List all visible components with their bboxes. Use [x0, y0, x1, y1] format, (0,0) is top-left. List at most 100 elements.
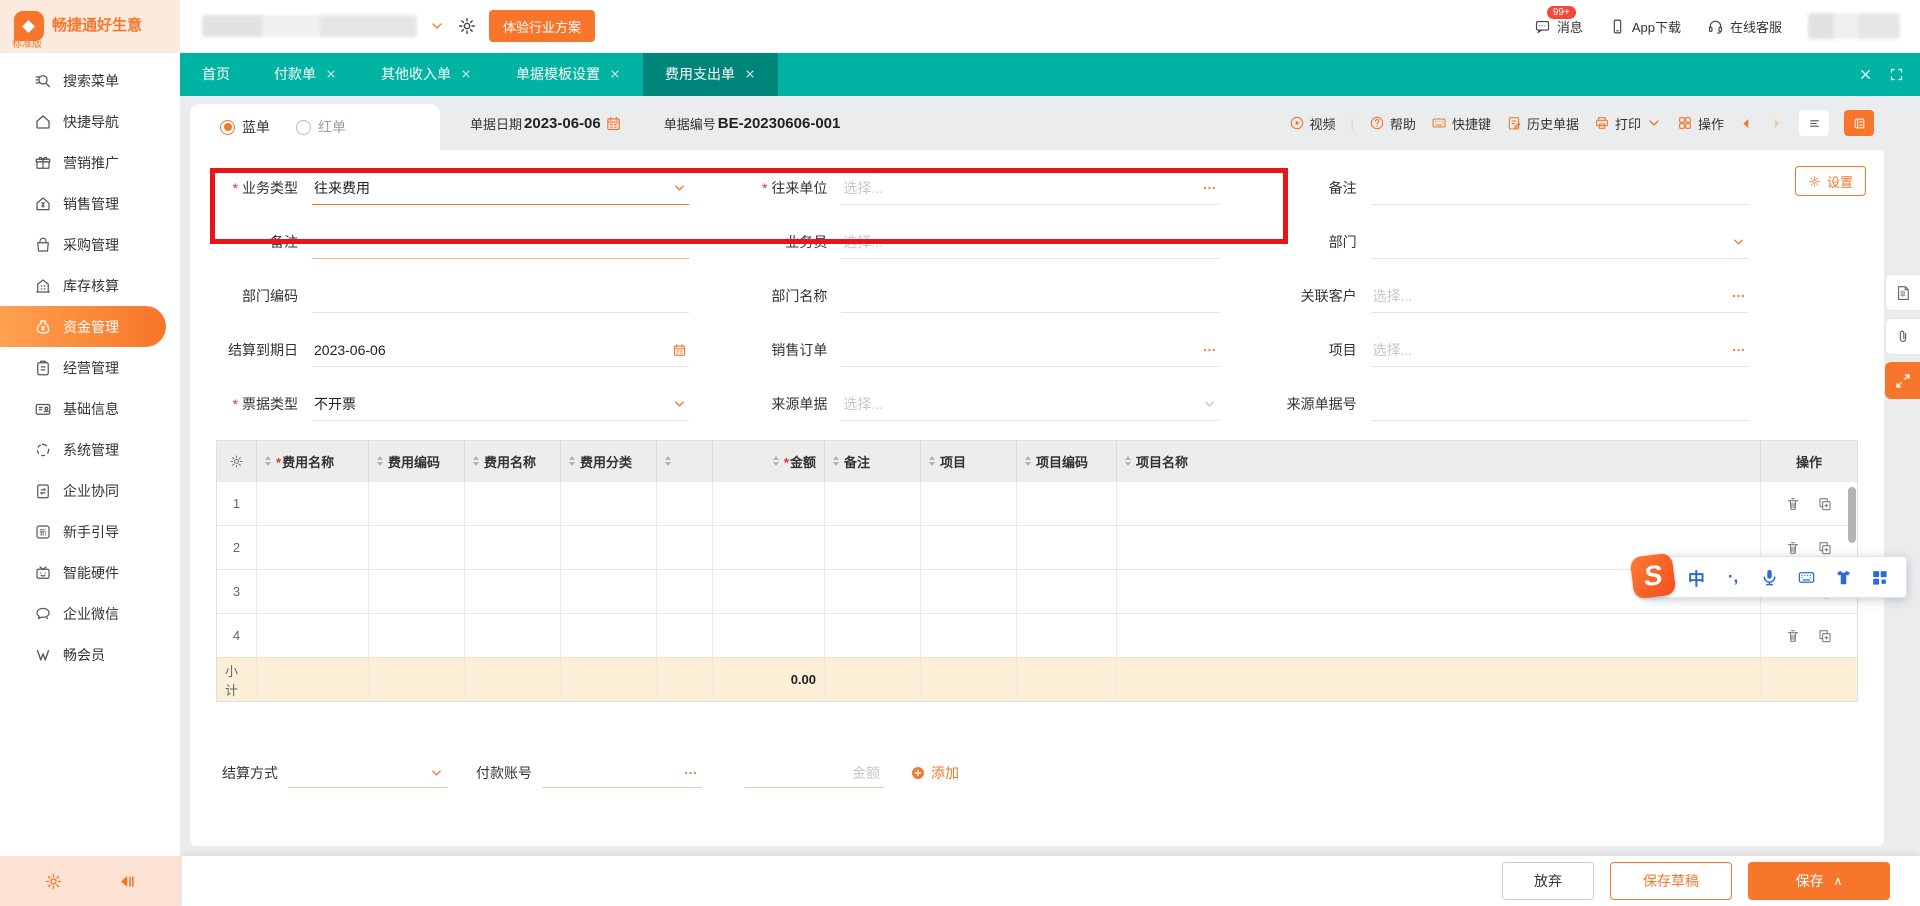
cell-project-code[interactable] — [1017, 525, 1117, 569]
cell-expense-category[interactable] — [561, 613, 657, 657]
ellipsis-icon[interactable] — [1202, 180, 1217, 195]
invoice-type-select[interactable]: 不开票 — [312, 387, 690, 421]
cell-expense-code[interactable] — [369, 569, 465, 613]
ellipsis-icon[interactable] — [1731, 342, 1746, 357]
sidebar-item-sales[interactable]: 销售管理 — [0, 183, 180, 224]
chevron-down-icon[interactable] — [1731, 234, 1746, 249]
cell-expense-name2[interactable] — [465, 613, 561, 657]
business-type-select[interactable]: 往来费用 — [312, 171, 690, 205]
sidebar-item-quick-nav[interactable]: 快捷导航 — [0, 101, 180, 142]
app-download-button[interactable]: App下载 — [1609, 17, 1681, 36]
related-customer-picker[interactable]: 选择... — [1370, 279, 1748, 313]
sidebar-item-collaboration[interactable]: 企业协同 — [0, 470, 180, 511]
online-support-button[interactable]: 在线客服 — [1707, 17, 1782, 36]
cell-amount[interactable] — [713, 481, 825, 525]
sogou-logo-icon[interactable]: S — [1629, 552, 1677, 599]
cell-amount[interactable] — [713, 569, 825, 613]
close-icon[interactable] — [609, 68, 621, 80]
department-name-input[interactable] — [841, 279, 1219, 313]
project-picker[interactable]: 选择... — [1370, 333, 1748, 367]
col-remark[interactable]: 备注 — [825, 441, 921, 481]
sort-icon[interactable] — [569, 456, 575, 467]
table-scrollbar[interactable] — [1848, 487, 1856, 543]
sort-icon[interactable] — [1025, 456, 1031, 467]
sort-icon[interactable] — [473, 456, 479, 467]
sales-order-picker[interactable] — [841, 333, 1219, 367]
prev-doc-arrow-icon[interactable] — [1739, 116, 1754, 131]
close-icon[interactable] — [744, 68, 756, 80]
next-doc-arrow-icon[interactable] — [1769, 116, 1784, 131]
col-project[interactable]: 项目 — [921, 441, 1017, 481]
sort-icon[interactable] — [1125, 456, 1131, 467]
delete-row-icon[interactable] — [1785, 496, 1801, 512]
settings-gear-icon[interactable] — [44, 872, 63, 891]
chevron-down-icon[interactable] — [672, 396, 687, 411]
chevron-down-icon[interactable] — [429, 18, 445, 34]
ime-keyboard-icon[interactable] — [1788, 568, 1825, 587]
cell-expense-code[interactable] — [369, 481, 465, 525]
close-all-icon[interactable] — [1858, 67, 1873, 82]
cell-remark[interactable] — [825, 525, 921, 569]
sidebar-item-beginner-guide[interactable]: 新手引导 — [0, 511, 180, 552]
source-doc-number-input[interactable] — [1370, 387, 1748, 421]
view-list-toggle[interactable] — [1799, 110, 1829, 136]
col-project-name[interactable]: 项目名称 — [1117, 441, 1761, 481]
column-settings-button[interactable] — [217, 441, 257, 481]
remark-input[interactable] — [1370, 171, 1748, 205]
ellipsis-icon[interactable] — [1202, 342, 1217, 357]
chevron-down-icon[interactable] — [672, 180, 687, 195]
delete-row-icon[interactable] — [1785, 540, 1801, 556]
sort-icon[interactable] — [665, 456, 671, 467]
tab-template-settings[interactable]: 单据模板设置 — [494, 52, 643, 96]
col-blank[interactable] — [657, 441, 713, 481]
cell-blank[interactable] — [657, 481, 713, 525]
ime-mic-icon[interactable] — [1751, 568, 1788, 587]
ime-skin-icon[interactable] — [1825, 568, 1862, 587]
department-select[interactable] — [1370, 225, 1748, 259]
radio-blue-doc[interactable]: 蓝单 — [220, 117, 270, 137]
cell-expense-code[interactable] — [369, 525, 465, 569]
chevron-down-icon[interactable] — [1202, 396, 1217, 411]
sidebar-item-marketing[interactable]: 营销推广 — [0, 142, 180, 183]
cell-expense-category[interactable] — [561, 569, 657, 613]
sort-icon[interactable] — [265, 456, 271, 467]
print-button[interactable]: 打印 — [1594, 114, 1662, 133]
collapse-sidebar-icon[interactable] — [117, 872, 136, 891]
cell-project[interactable] — [921, 525, 1017, 569]
close-icon[interactable] — [325, 68, 337, 80]
cell-project[interactable] — [921, 481, 1017, 525]
shortcuts-button[interactable]: 快捷键 — [1431, 114, 1491, 133]
sidebar-item-inventory[interactable]: 库存核算 — [0, 265, 180, 306]
cell-expense-name[interactable] — [257, 613, 369, 657]
counterparty-picker[interactable]: 选择... — [841, 171, 1219, 205]
ime-punctuation-toggle[interactable]: ·, — [1715, 567, 1752, 587]
cell-amount[interactable] — [713, 525, 825, 569]
salesperson-picker[interactable]: 选择... — [841, 225, 1219, 259]
copy-row-icon[interactable] — [1817, 540, 1833, 556]
cell-remark[interactable] — [825, 569, 921, 613]
discard-button[interactable]: 放弃 — [1502, 862, 1594, 900]
help-button[interactable]: 帮助 — [1369, 114, 1416, 133]
ellipsis-icon[interactable] — [683, 765, 698, 780]
cell-remark[interactable] — [825, 613, 921, 657]
chevron-down-icon[interactable] — [429, 765, 444, 780]
expand-button[interactable] — [1885, 362, 1920, 399]
video-button[interactable]: 视频 — [1289, 114, 1336, 133]
settlement-due-date-input[interactable]: 2023-06-06 — [312, 333, 690, 367]
col-expense-code[interactable]: 费用编码 — [369, 441, 465, 481]
sidebar-item-purchase[interactable]: 采购管理 — [0, 224, 180, 265]
sidebar-item-basic-info[interactable]: 基础信息 — [0, 388, 180, 429]
sidebar-item-funds[interactable]: 资金管理 — [0, 306, 166, 347]
cell-expense-category[interactable] — [561, 481, 657, 525]
cell-project-code[interactable] — [1017, 481, 1117, 525]
calendar-icon[interactable] — [605, 115, 622, 132]
cell-expense-code[interactable] — [369, 613, 465, 657]
sidebar-item-search-menu[interactable]: 搜索菜单 — [0, 60, 180, 101]
cell-project-code[interactable] — [1017, 613, 1117, 657]
col-project-code[interactable]: 项目编码 — [1017, 441, 1117, 481]
copy-row-icon[interactable] — [1817, 628, 1833, 644]
view-detail-toggle[interactable] — [1844, 110, 1874, 136]
calendar-icon[interactable] — [672, 342, 687, 357]
cell-project-name[interactable] — [1117, 613, 1761, 657]
sidebar-item-operations[interactable]: 经营管理 — [0, 347, 180, 388]
